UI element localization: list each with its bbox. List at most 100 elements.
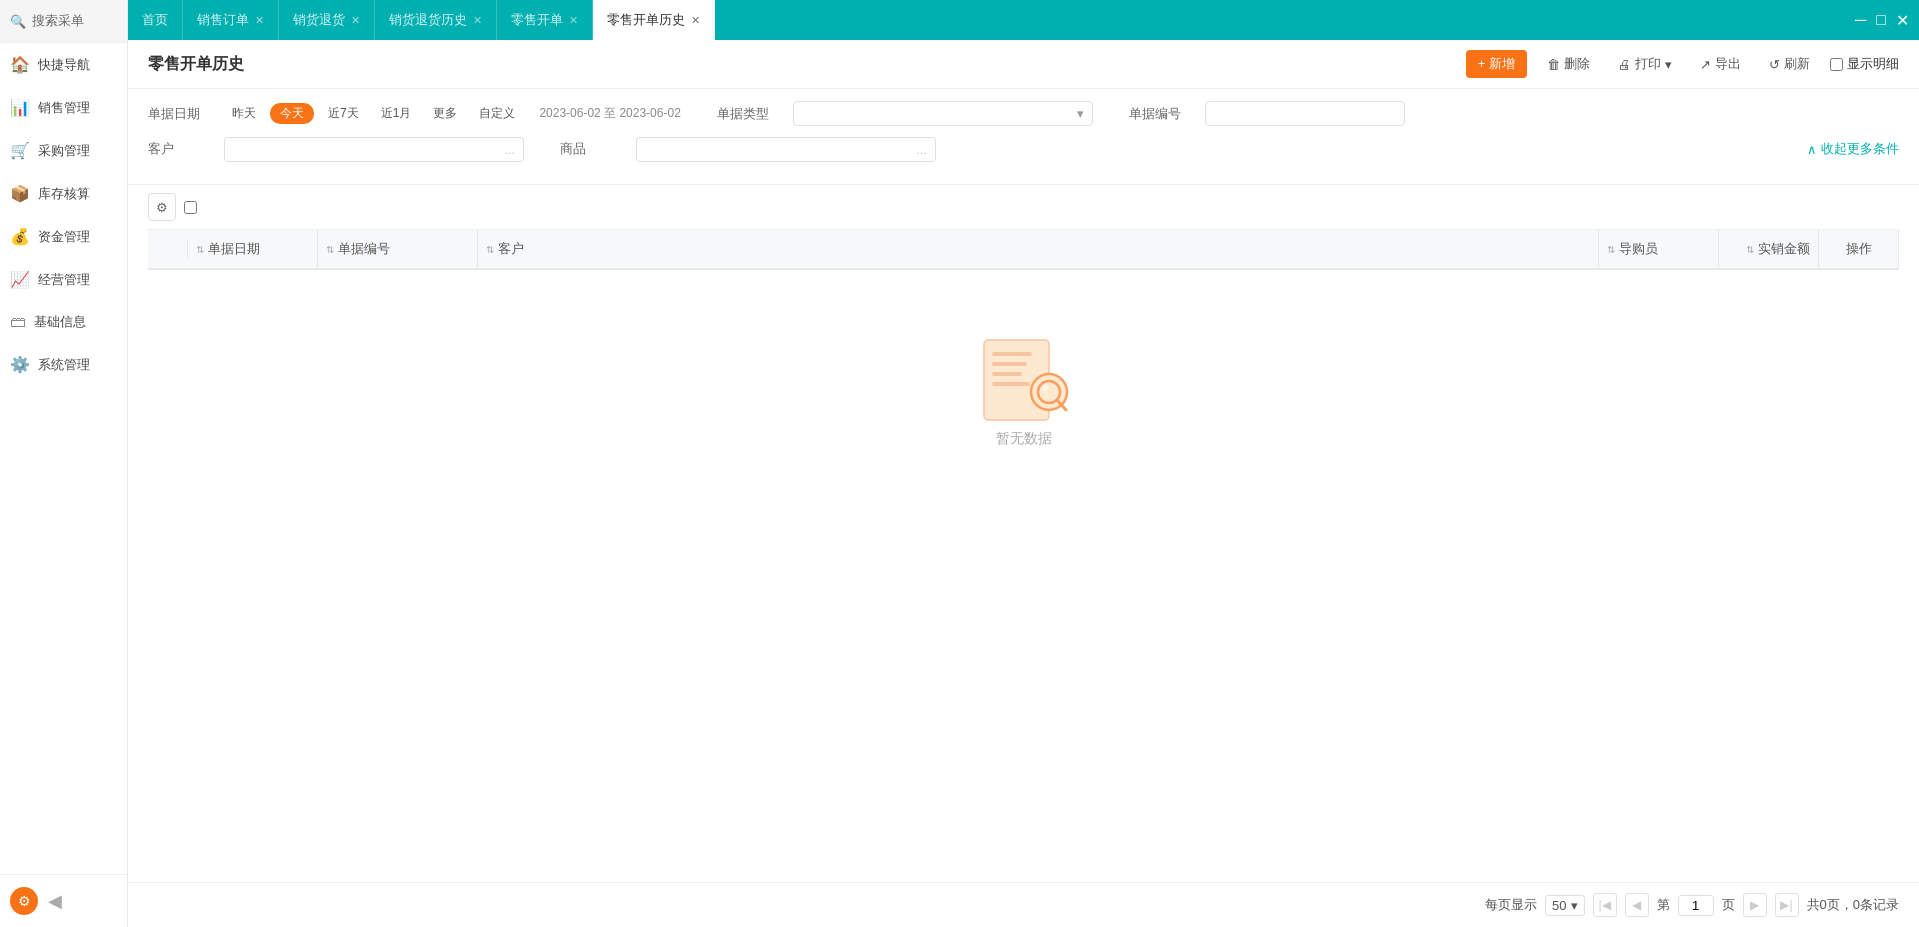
sidebar-item-label: 系统管理 [38,356,90,374]
page-first-button[interactable]: |◀ [1593,893,1617,917]
per-page-select[interactable]: 50 ▾ [1545,895,1584,916]
sidebar-search[interactable]: 🔍 搜索采单 [0,0,127,43]
tab-sales-return-history-close[interactable]: ✕ [473,14,482,27]
page-label: 第 [1657,896,1670,914]
archive-icon: 🗃 [10,313,26,331]
sidebar-item-quick-nav[interactable]: 🏠 快捷导航 [0,43,127,86]
chart-icon: 📊 [10,98,30,117]
date-btn-custom[interactable]: 自定义 [471,103,523,124]
th-date-label: 单据日期 [208,240,260,258]
total-text: 共0页，0条记录 [1807,896,1899,914]
table-settings-button[interactable]: ⚙ [148,193,176,221]
sort-icon-amount: ⇅ [1746,244,1754,255]
doc-type-select[interactable]: ▾ [793,101,1093,126]
th-guide[interactable]: ⇅ 导购员 [1599,230,1719,268]
sidebar-item-finance[interactable]: 💰 资金管理 [0,215,127,258]
th-action: 操作 [1819,230,1899,268]
page-last-button[interactable]: ▶| [1775,893,1799,917]
doc-number-label: 单据编号 [1129,105,1189,123]
page-next-button[interactable]: ▶ [1743,893,1767,917]
customer-label: 客户 [148,140,208,158]
svg-rect-1 [992,352,1032,356]
tab-sales-return-label: 销货退货 [293,11,345,29]
refresh-button[interactable]: ↺ 刷新 [1761,51,1818,77]
sidebar-item-label: 销售管理 [38,99,90,117]
sort-icon-customer: ⇅ [486,244,494,255]
svg-rect-4 [992,382,1030,386]
th-date[interactable]: ⇅ 单据日期 [188,230,318,268]
th-action-label: 操作 [1846,240,1872,258]
th-customer[interactable]: ⇅ 客户 [478,230,1599,268]
date-filter-buttons: 昨天 今天 近7天 近1月 更多 自定义 [224,103,523,124]
tab-minimize-button[interactable]: ─ [1855,11,1866,29]
sidebar-item-purchase-mgmt[interactable]: 🛒 采购管理 [0,129,127,172]
sidebar-item-label: 基础信息 [34,313,86,331]
tab-sales-order-close[interactable]: ✕ [255,14,264,27]
tab-sales-order[interactable]: 销售订单 ✕ [183,0,279,40]
sidebar-item-label: 资金管理 [38,228,90,246]
print-button[interactable]: 🖨 打印 ▾ [1610,51,1680,77]
tab-sales-return-close[interactable]: ✕ [351,14,360,27]
customer-input[interactable]: ... [224,137,524,162]
sidebar-search-label: 搜索采单 [32,12,84,30]
svg-point-8 [1042,385,1048,391]
svg-rect-3 [992,372,1022,376]
per-page-label: 每页显示 [1485,896,1537,914]
th-number[interactable]: ⇅ 单据编号 [318,230,478,268]
tab-maximize-button[interactable]: □ [1876,11,1886,29]
sidebar-item-sys-mgmt[interactable]: ⚙️ 系统管理 [0,343,127,386]
show-detail-checkbox[interactable] [1830,58,1843,71]
date-btn-1month[interactable]: 近1月 [373,103,420,124]
doc-type-label: 单据类型 [717,105,777,123]
page-prev-button[interactable]: ◀ [1625,893,1649,917]
tab-retail-open-close[interactable]: ✕ [569,14,578,27]
select-all-checkbox[interactable] [184,201,197,214]
home-icon: 🏠 [10,55,30,74]
svg-rect-2 [992,362,1027,366]
sidebar-item-inventory[interactable]: 📦 库存核算 [0,172,127,215]
date-btn-more[interactable]: 更多 [425,103,465,124]
print-dropdown-icon: ▾ [1665,57,1672,72]
show-detail-wrapper: 显示明细 [1830,55,1899,73]
chevron-up-icon: ∧ [1807,142,1817,157]
th-amount[interactable]: ⇅ 实销金额 [1719,230,1819,268]
delete-button[interactable]: 🗑 删除 [1539,51,1598,77]
doc-number-input[interactable] [1205,101,1405,126]
page-header: 零售开单历史 + 新增 🗑 删除 🖨 打印 ▾ ↗ 导出 ↺ [128,40,1919,89]
gear-icon: ⚙️ [10,355,30,374]
date-btn-today[interactable]: 今天 [270,103,314,124]
pagination: 每页显示 50 ▾ |◀ ◀ 第 页 ▶ ▶| 共0页，0条记录 [128,882,1919,927]
sidebar-item-operations[interactable]: 📈 经营管理 [0,258,127,301]
collapse-sidebar-button[interactable]: ◀ [48,890,62,912]
tab-retail-history[interactable]: 零售开单历史 ✕ [593,0,715,40]
refresh-icon: ↺ [1769,57,1780,72]
date-btn-7days[interactable]: 近7天 [320,103,367,124]
delete-icon: 🗑 [1547,57,1560,72]
page-number-input[interactable] [1678,895,1714,916]
settings-button[interactable]: ⚙ [10,887,38,915]
export-button[interactable]: ↗ 导出 [1692,51,1749,77]
sort-icon-number: ⇅ [326,244,334,255]
empty-illustration [964,330,1084,430]
sidebar-item-base-info[interactable]: 🗃 基础信息 [0,301,127,343]
tab-close-button[interactable]: ✕ [1896,11,1909,30]
tab-sales-return-history-label: 销货退货历史 [389,11,467,29]
collapse-button[interactable]: ∧ 收起更多条件 [1807,136,1899,162]
search-icon: 🔍 [10,14,26,29]
tab-sales-return[interactable]: 销货退货 ✕ [279,0,375,40]
goods-input[interactable]: ... [636,137,936,162]
sidebar-item-label: 快捷导航 [38,56,90,74]
tabs-bar: 首页 销售订单 ✕ 销货退货 ✕ 销货退货历史 ✕ 零售开单 ✕ 零售开单历史 … [128,0,1919,40]
sidebar-item-sales-mgmt[interactable]: 📊 销售管理 [0,86,127,129]
tab-sales-return-history[interactable]: 销货退货历史 ✕ [375,0,497,40]
sidebar-item-label: 经营管理 [38,271,90,289]
trend-icon: 📈 [10,270,30,289]
date-btn-yesterday[interactable]: 昨天 [224,103,264,124]
tab-retail-open[interactable]: 零售开单 ✕ [497,0,593,40]
tab-home[interactable]: 首页 [128,0,183,40]
add-button[interactable]: + 新增 [1466,50,1527,78]
th-customer-label: 客户 [498,240,524,258]
tab-retail-history-close[interactable]: ✕ [691,14,700,27]
page-title: 零售开单历史 [148,54,244,75]
box-icon: 📦 [10,184,30,203]
